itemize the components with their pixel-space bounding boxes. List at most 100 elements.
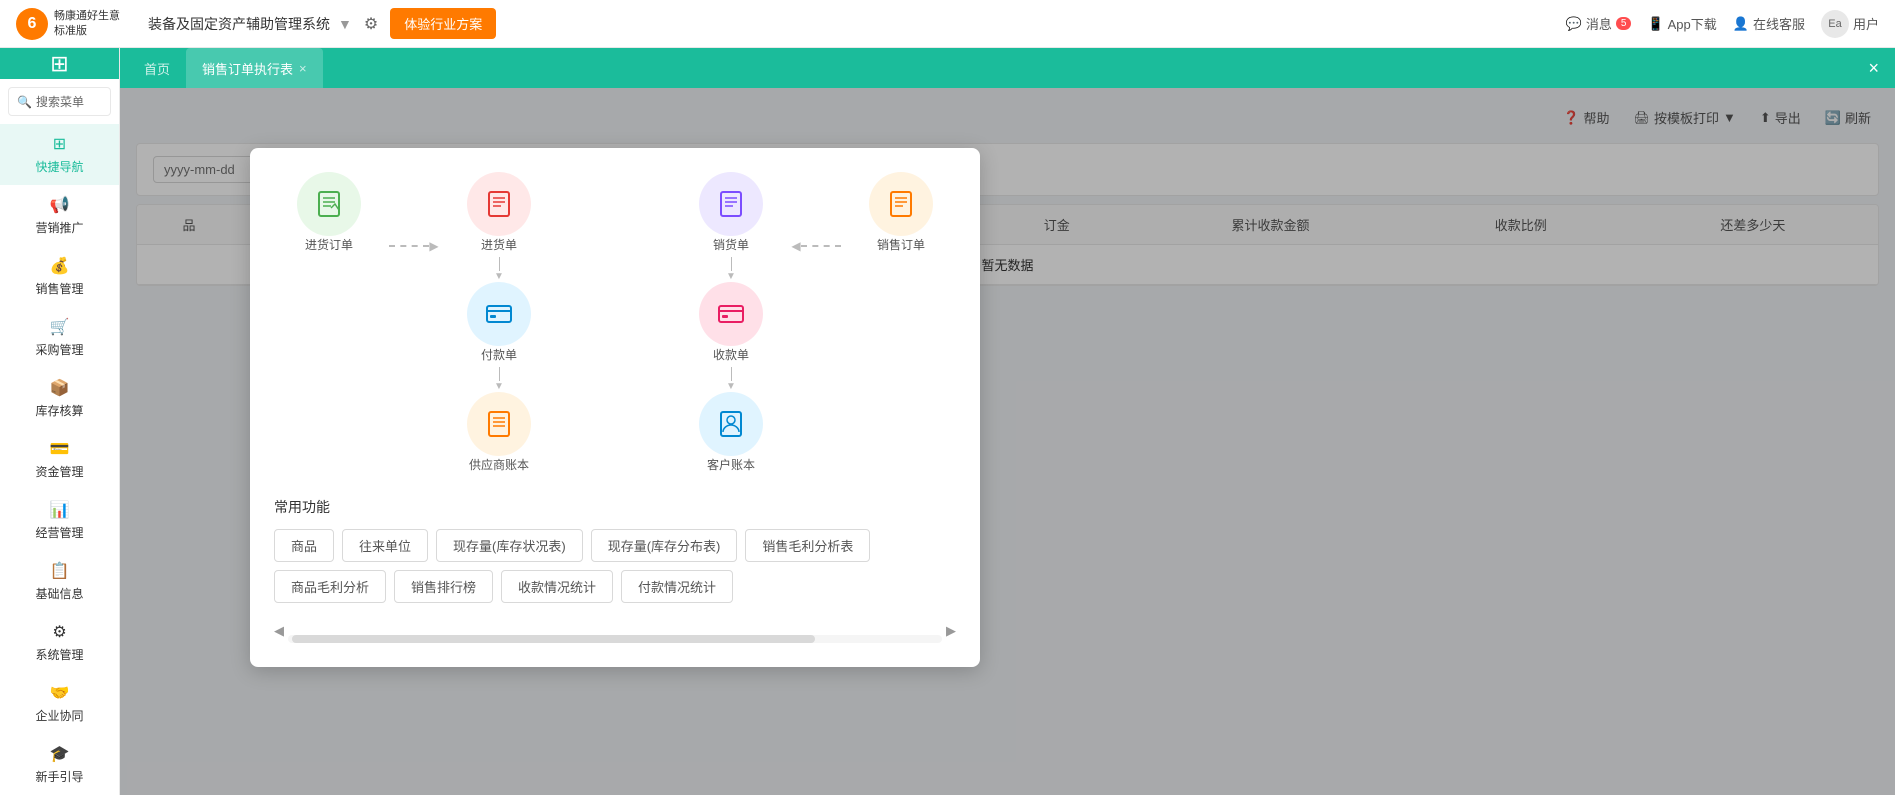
- flow-receipt-slip[interactable]: 收款单: [676, 282, 786, 363]
- supplier-ledger-label: 供应商账本: [469, 456, 529, 473]
- flow-purchase-slip[interactable]: 进货单: [444, 172, 554, 253]
- customer-ledger-icon: [699, 392, 763, 456]
- scrollbar-thumb[interactable]: [292, 635, 815, 643]
- sidebar-icon-quick-nav: ⊞: [53, 134, 66, 154]
- sidebar-label-sales: 销售管理: [35, 280, 83, 297]
- sidebar-logo-icon: ⊞: [50, 51, 68, 77]
- system-title-text: 装备及固定资产辅助管理系统: [148, 14, 330, 34]
- sidebar-item-finance[interactable]: 💳 资金管理: [0, 429, 119, 490]
- common-btn-现存量(库存状况表)[interactable]: 现存量(库存状况表): [436, 529, 583, 562]
- purchase-slip-icon: [467, 172, 531, 236]
- sidebar-item-operation[interactable]: 📊 经营管理: [0, 490, 119, 551]
- left-vert-spacer: [274, 257, 384, 282]
- sidebar-icon-marketing: 📢: [50, 195, 70, 215]
- user-profile-button[interactable]: Ea 用户: [1821, 10, 1879, 38]
- receipt-slip-label: 收款单: [713, 346, 749, 363]
- download-icon: 📱: [1647, 16, 1663, 32]
- common-btn-商品毛利分析[interactable]: 商品毛利分析: [274, 570, 386, 603]
- online-service-label: 在线客服: [1753, 14, 1805, 33]
- common-btn-付款情况统计[interactable]: 付款情况统计: [621, 570, 733, 603]
- tab-close-icon[interactable]: ×: [299, 61, 307, 76]
- sidebar-item-beginner[interactable]: 🎓 新手引导: [0, 734, 119, 795]
- common-buttons-container: 商品往来单位现存量(库存状况表)现存量(库存分布表)销售毛利分析表商品毛利分析销…: [274, 529, 956, 603]
- sidebar-label-quick-nav: 快捷导航: [35, 158, 83, 175]
- tab-home[interactable]: 首页: [128, 48, 186, 88]
- sidebar-icon-enterprise: 🤝: [50, 683, 70, 703]
- common-btn-收款情况统计[interactable]: 收款情况统计: [501, 570, 613, 603]
- customer-ledger-label: 客户账本: [707, 456, 755, 473]
- sidebar-item-inventory[interactable]: 📦 库存核算: [0, 368, 119, 429]
- sidebar-label-finance: 资金管理: [35, 463, 83, 480]
- sidebar-item-system[interactable]: ⚙ 系统管理: [0, 612, 119, 673]
- sales-slip-down: ▼: [676, 257, 786, 282]
- payment-slip-icon: [467, 282, 531, 346]
- common-btn-往来单位[interactable]: 往来单位: [342, 529, 428, 562]
- sidebar-icon-basic-info: 📋: [50, 561, 70, 581]
- app-download-label: App下载: [1668, 14, 1717, 33]
- receipt-slip-icon: [699, 282, 763, 346]
- tab-sales-order-exec[interactable]: 销售订单执行表 ×: [186, 48, 323, 88]
- search-menu-button[interactable]: 🔍 搜索菜单: [8, 87, 111, 116]
- purchase-order-label: 进货订单: [305, 236, 353, 253]
- content-body: ❓ 帮助 🖨 按模板打印 ▼ ⬆ 导出 🔄 刷新: [120, 88, 1895, 795]
- common-btn-销售排行榜[interactable]: 销售排行榜: [394, 570, 493, 603]
- app-download-button[interactable]: 📱 App下载: [1647, 14, 1716, 33]
- sidebar-icon-purchase: 🛒: [50, 317, 70, 337]
- sidebar-icon-inventory: 📦: [50, 378, 70, 398]
- flow-supplier-ledger[interactable]: 供应商账本: [444, 392, 554, 473]
- message-button[interactable]: 💬 消息 5: [1566, 14, 1632, 33]
- flow-purchase-order[interactable]: 进货订单: [274, 172, 384, 253]
- avatar: Ea: [1821, 10, 1849, 38]
- sidebar-icon-finance: 💳: [50, 439, 70, 459]
- search-icon: 🔍: [17, 95, 32, 109]
- sidebar-item-enterprise[interactable]: 🤝 企业协同: [0, 673, 119, 734]
- scroll-left-arrow[interactable]: ◀: [274, 623, 284, 639]
- flow-sales-order[interactable]: 销售订单: [846, 172, 956, 253]
- receipt-down: ▼: [676, 367, 786, 392]
- sidebar-label-system: 系统管理: [35, 646, 83, 663]
- common-btn-现存量(库存分布表)[interactable]: 现存量(库存分布表): [591, 529, 738, 562]
- purchase-slip-down: ▼: [444, 257, 554, 282]
- online-service-button[interactable]: 👤 在线客服: [1733, 14, 1805, 33]
- sales-slip-label: 销货单: [713, 236, 749, 253]
- quick-nav-modal: 进货订单 ▶ 进: [250, 148, 980, 667]
- sidebar-label-marketing: 营销推广: [35, 219, 83, 236]
- sales-order-label: 销售订单: [877, 236, 925, 253]
- modal-scrollbar-row: ◀ ▶: [274, 619, 956, 643]
- sidebar-nav: ⊞ 快捷导航📢 营销推广💰 销售管理🛒 采购管理📦 库存核算💳 资金管理📊 经营…: [0, 124, 119, 795]
- message-icon: 💬: [1566, 16, 1582, 32]
- payment-slip-label: 付款单: [481, 346, 517, 363]
- sidebar-icon-beginner: 🎓: [50, 744, 70, 764]
- sidebar-icon-operation: 📊: [50, 500, 70, 520]
- scrollbar-track[interactable]: [288, 635, 942, 643]
- sidebar-item-marketing[interactable]: 📢 营销推广: [0, 185, 119, 246]
- sidebar-label-enterprise: 企业协同: [35, 707, 83, 724]
- message-label: 消息: [1586, 14, 1612, 33]
- dropdown-icon[interactable]: ▼: [338, 16, 352, 32]
- payment-down: ▼: [444, 367, 554, 392]
- system-title: 装备及固定资产辅助管理系统 ▼: [148, 14, 352, 34]
- sidebar-label-inventory: 库存核算: [35, 402, 83, 419]
- tab-bar-close-icon[interactable]: ×: [1860, 58, 1887, 79]
- scroll-right-arrow[interactable]: ▶: [946, 623, 956, 639]
- common-btn-销售毛利分析表[interactable]: 销售毛利分析表: [745, 529, 870, 562]
- sidebar-item-sales[interactable]: 💰 销售管理: [0, 246, 119, 307]
- tab-active-label: 销售订单执行表: [202, 59, 293, 78]
- trial-button[interactable]: 体验行业方案: [390, 8, 496, 39]
- flow-diagram: 进货订单 ▶ 进: [274, 172, 956, 473]
- flow-sales-slip[interactable]: 销货单: [676, 172, 786, 253]
- sidebar-label-purchase: 采购管理: [35, 341, 83, 358]
- flow-customer-ledger[interactable]: 客户账本: [676, 392, 786, 473]
- sidebar-label-operation: 经营管理: [35, 524, 83, 541]
- sidebar-item-basic-info[interactable]: 📋 基础信息: [0, 551, 119, 612]
- sidebar-item-quick-nav[interactable]: ⊞ 快捷导航: [0, 124, 119, 185]
- common-btn-商品[interactable]: 商品: [274, 529, 334, 562]
- flow-payment-slip[interactable]: 付款单: [444, 282, 554, 363]
- service-icon: 👤: [1733, 16, 1749, 32]
- settings-icon[interactable]: ⚙: [364, 14, 378, 34]
- search-menu-label: 搜索菜单: [36, 93, 84, 110]
- purchase-order-icon: [297, 172, 361, 236]
- arrow-1: ▶: [384, 217, 444, 253]
- sidebar-item-purchase[interactable]: 🛒 采购管理: [0, 307, 119, 368]
- top-right-area: 💬 消息 5 📱 App下载 👤 在线客服 Ea 用户: [1566, 10, 1879, 38]
